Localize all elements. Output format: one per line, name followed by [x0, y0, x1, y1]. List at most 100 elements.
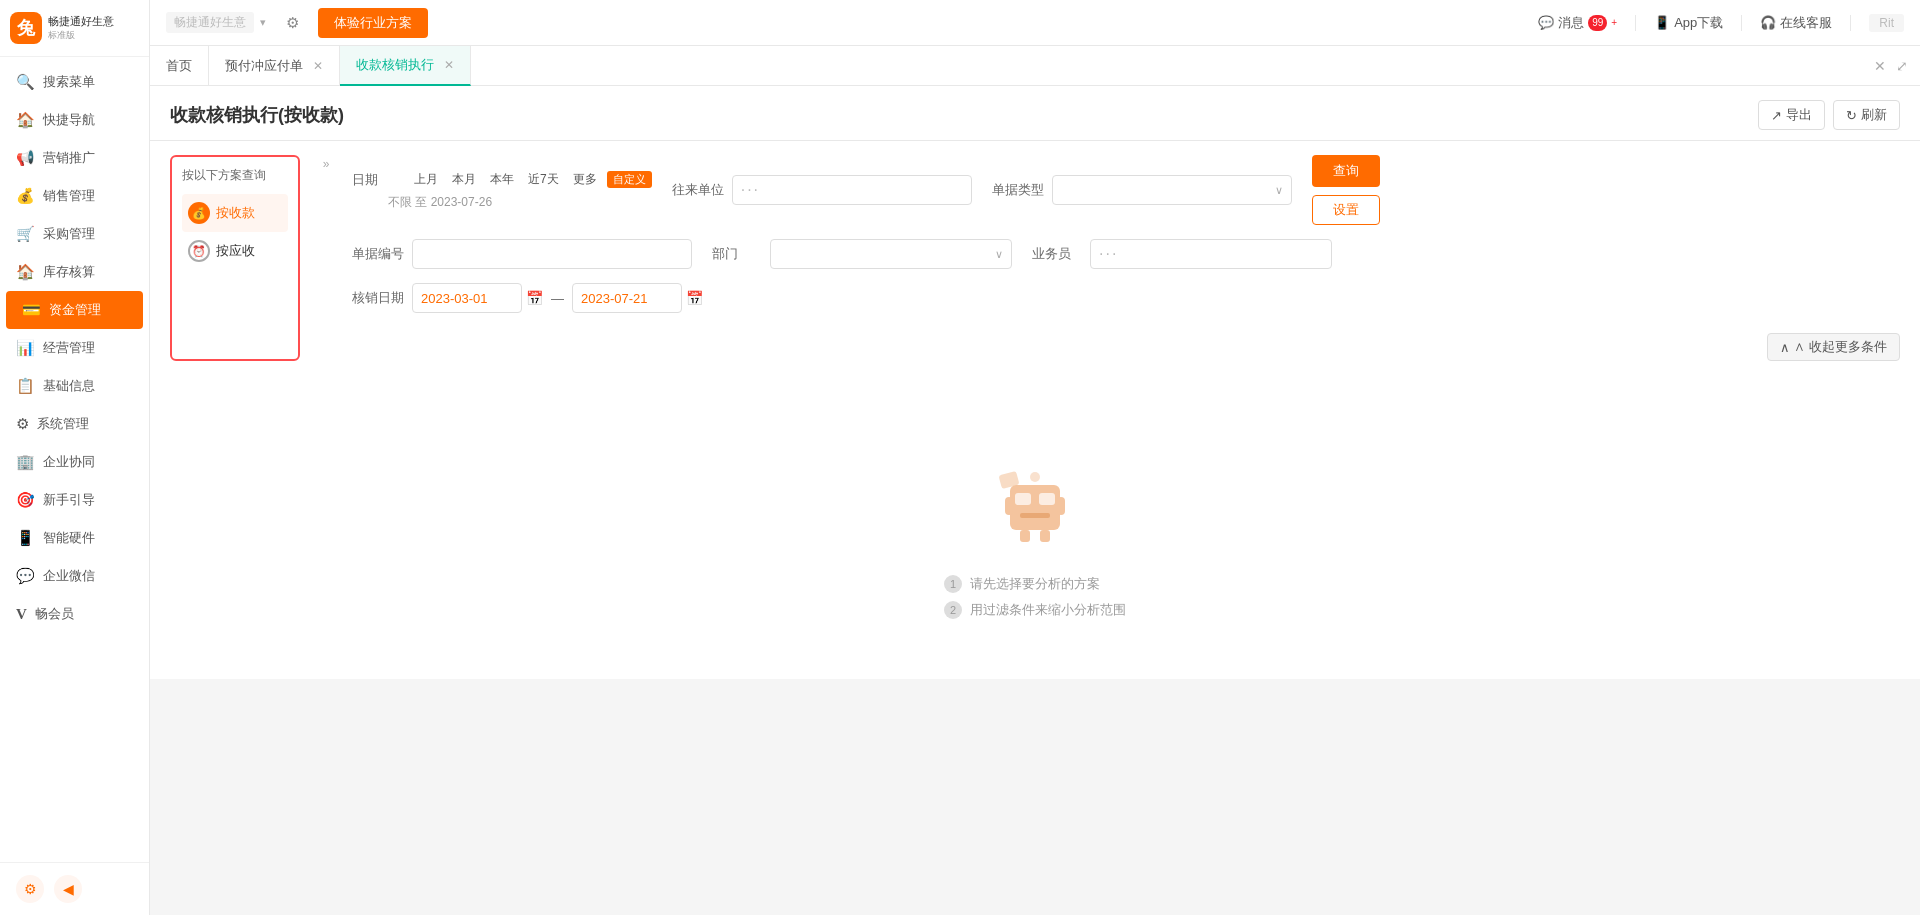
sidebar-bottom: ⚙ ◀: [0, 862, 149, 915]
settings-bottom-icon[interactable]: ⚙: [16, 875, 44, 903]
sidebar-item-operations[interactable]: 📊 经营管理: [0, 329, 149, 367]
dept-select[interactable]: ∨: [770, 239, 1012, 269]
svg-rect-7: [1040, 530, 1050, 542]
topbar-online-service[interactable]: 🎧 在线客服: [1760, 14, 1832, 32]
date-more[interactable]: 更多: [569, 169, 601, 190]
tab-receivable[interactable]: 收款核销执行 ✕: [340, 46, 471, 86]
tabbar-close-icon[interactable]: ✕: [1874, 58, 1886, 74]
svg-point-9: [1030, 472, 1040, 482]
tabbar-expand-icon[interactable]: ⤢: [1896, 58, 1908, 74]
sales-icon: 💰: [16, 187, 35, 205]
sidebar-item-quick-nav[interactable]: 🏠 快捷导航: [0, 101, 149, 139]
wechat-icon: 💬: [16, 567, 35, 585]
sidebar-item-purchase[interactable]: 🛒 采购管理: [0, 215, 149, 253]
sidebar-item-member[interactable]: V 畅会员: [0, 595, 149, 633]
writeoff-start-date-input[interactable]: 2023-03-01: [412, 283, 522, 313]
topbar-dropdown-icon[interactable]: ▾: [260, 16, 266, 29]
page-title: 收款核销执行(按收款): [170, 103, 344, 127]
sidebar-item-label: 畅会员: [35, 605, 74, 623]
tab-prepay[interactable]: 预付冲应付单 ✕: [209, 46, 340, 86]
sidebar-item-wechat[interactable]: 💬 企业微信: [0, 557, 149, 595]
sidebar-item-finance[interactable]: 💳 资金管理: [6, 291, 143, 329]
setting-button[interactable]: 设置: [1312, 195, 1380, 225]
empty-tip-1: 1 请先选择要分析的方案: [944, 575, 1126, 593]
quick-nav-icon: 🏠: [16, 111, 35, 129]
industry-solution-button[interactable]: 体验行业方案: [318, 8, 428, 38]
refresh-button[interactable]: ↻ 刷新: [1833, 100, 1900, 130]
sidebar-item-enterprise[interactable]: 🏢 企业协同: [0, 443, 149, 481]
sidebar-item-hardware[interactable]: 📱 智能硬件: [0, 519, 149, 557]
doc-type-label: 单据类型: [992, 181, 1044, 199]
date-range-display: 不限 至 2023-07-26: [388, 195, 492, 209]
dept-label: 部门: [712, 245, 762, 263]
doc-type-select[interactable]: ∨: [1052, 175, 1292, 205]
date-last-7days[interactable]: 近7天: [524, 169, 563, 190]
date-last-month[interactable]: 上月: [410, 169, 442, 190]
empty-tips: 1 请先选择要分析的方案 2 用过滤条件来缩小分析范围: [944, 575, 1126, 619]
svg-rect-6: [1020, 530, 1030, 542]
sidebar-item-label: 基础信息: [43, 377, 95, 395]
filter-sidebar: 按以下方案查询 💰 按收款 ⏰ 按应收: [170, 155, 300, 361]
collapse-sidebar-icon[interactable]: ◀: [54, 875, 82, 903]
writeoff-date-range: 2023-03-01 📅 — 2023-07-21 📅: [412, 283, 703, 313]
by-receivable-label: 按应收: [216, 242, 255, 260]
writeoff-end-date-input[interactable]: 2023-07-21: [572, 283, 682, 313]
topbar-settings-icon[interactable]: ⚙: [278, 9, 306, 37]
guide-icon: 🎯: [16, 491, 35, 509]
sidebar-menu: 🔍 搜索菜单 🏠 快捷导航 📢 营销推广 💰 销售管理 🛒 采购管理 🏠 库存核…: [0, 57, 149, 862]
message-count-badge: 99: [1588, 15, 1607, 31]
sidebar-item-label: 营销推广: [43, 149, 95, 167]
app-logo-icon: 兔: [10, 12, 42, 44]
filter-option-by-receivable[interactable]: ⏰ 按应收: [182, 232, 288, 270]
toggle-more-conditions-button[interactable]: ∧ ∧ 收起更多条件: [1767, 333, 1900, 361]
refresh-icon: ↻: [1846, 108, 1857, 123]
sidebar-item-label: 企业协同: [43, 453, 95, 471]
sidebar-item-basic-info[interactable]: 📋 基础信息: [0, 367, 149, 405]
dept-field: 部门 ∨: [712, 239, 1012, 269]
export-button[interactable]: ↗ 导出: [1758, 100, 1825, 130]
tabbar: 首页 预付冲应付单 ✕ 收款核销执行 ✕ ✕ ⤢: [150, 46, 1920, 86]
sidebar-item-guide[interactable]: 🎯 新手引导: [0, 481, 149, 519]
doc-no-input[interactable]: [412, 239, 692, 269]
topbar-app-download[interactable]: 📱 App下载: [1654, 14, 1723, 32]
sidebar-item-sales[interactable]: 💰 销售管理: [0, 177, 149, 215]
filter-sidebar-title: 按以下方案查询: [182, 167, 288, 184]
page-header: 收款核销执行(按收款) ↗ 导出 ↻ 刷新: [150, 86, 1920, 141]
sidebar-item-search[interactable]: 🔍 搜索菜单: [0, 63, 149, 101]
counterparty-select[interactable]: ···: [732, 175, 972, 205]
svg-rect-1: [1015, 493, 1031, 505]
sidebar-item-system[interactable]: ⚙ 系统管理: [0, 405, 149, 443]
sidebar-item-label: 新手引导: [43, 491, 95, 509]
sidebar-item-marketing[interactable]: 📢 营销推广: [0, 139, 149, 177]
svg-rect-4: [1005, 497, 1013, 515]
topbar-messages[interactable]: 💬 消息 99 +: [1538, 14, 1617, 32]
date-this-year[interactable]: 本年: [486, 169, 518, 190]
export-icon: ↗: [1771, 108, 1782, 123]
writeoff-date-field: 核销日期 2023-03-01 📅 — 2023-07-21 📅: [352, 283, 703, 313]
filter-option-by-receipt[interactable]: 💰 按收款: [182, 194, 288, 232]
topbar-brand: 畅捷通好生意 ▾: [166, 12, 266, 33]
collapse-filter-button[interactable]: »: [316, 155, 336, 171]
writeoff-start-calendar-icon[interactable]: 📅: [526, 290, 543, 306]
sidebar-item-inventory[interactable]: 🏠 库存核算: [0, 253, 149, 291]
more-conditions-label: ∧ 收起更多条件: [1794, 338, 1887, 356]
tab-receivable-close-icon[interactable]: ✕: [444, 58, 454, 72]
staff-field: 业务员 ···: [1032, 239, 1332, 269]
tab-home[interactable]: 首页: [150, 46, 209, 86]
sidebar-item-label: 系统管理: [37, 415, 89, 433]
topbar-right: 💬 消息 99 + 📱 App下载 🎧 在线客服 Rit: [1538, 14, 1904, 32]
writeoff-end-calendar-icon[interactable]: 📅: [686, 290, 703, 306]
app-download-label: App下载: [1674, 14, 1723, 32]
finance-icon: 💳: [22, 301, 41, 319]
date-this-month[interactable]: 本月: [448, 169, 480, 190]
tab-prepay-label: 预付冲应付单: [225, 57, 303, 75]
tab-prepay-close-icon[interactable]: ✕: [313, 59, 323, 73]
staff-select[interactable]: ···: [1090, 239, 1332, 269]
app-edition: 标准版: [48, 29, 114, 42]
counterparty-field: 往来单位 ···: [672, 175, 972, 205]
dept-chevron: ∨: [995, 248, 1003, 261]
doc-type-chevron: ∨: [1275, 184, 1283, 197]
sidebar: 兔 畅捷通好生意 标准版 🔍 搜索菜单 🏠 快捷导航 📢 营销推广 💰 销售管理…: [0, 0, 150, 915]
query-button[interactable]: 查询: [1312, 155, 1380, 187]
tab-receivable-label: 收款核销执行: [356, 56, 434, 74]
